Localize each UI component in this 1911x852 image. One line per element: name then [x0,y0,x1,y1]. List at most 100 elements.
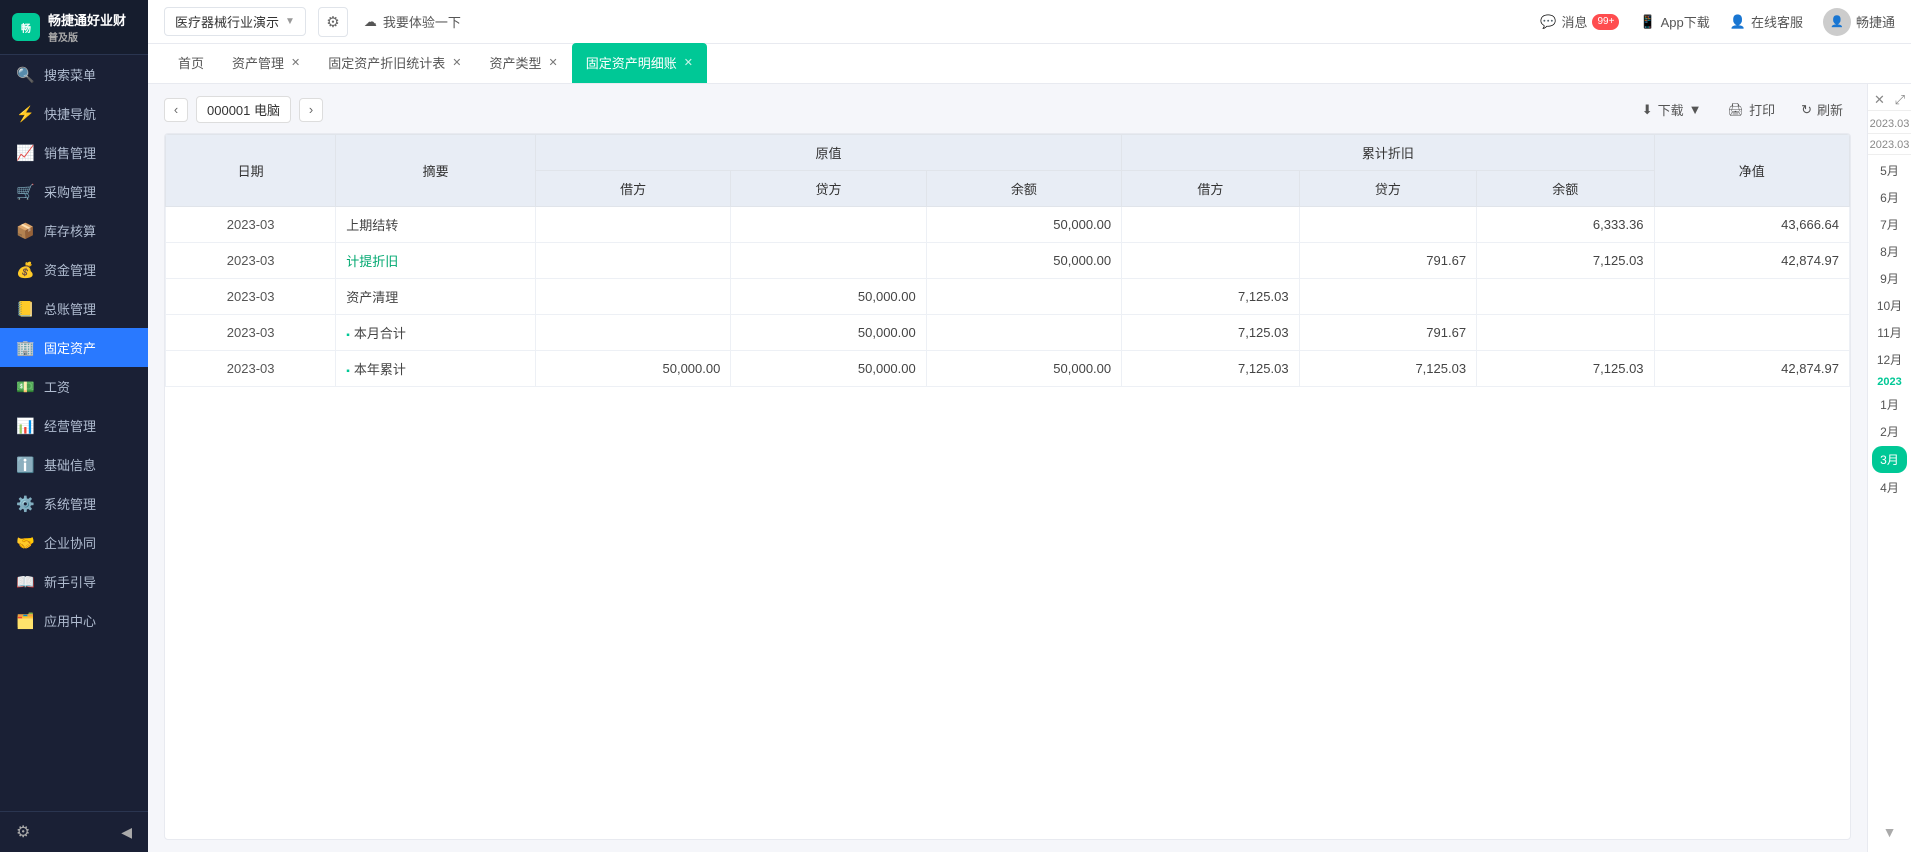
tab-close-asset-type[interactable]: ✕ [549,56,558,69]
sidebar-item-enterprise[interactable]: 🤝企业协同 [0,523,148,562]
sidebar-item-funds[interactable]: 💰资金管理 [0,250,148,289]
right-panel-month[interactable]: 2月 [1868,418,1911,445]
cell-leiji-credit: 791.67 [1299,315,1476,351]
right-panel-month[interactable]: 11月 [1868,319,1911,346]
print-button[interactable]: 🖨 打印 [1720,96,1784,123]
right-panel-close[interactable]: ✕ [1874,92,1885,108]
cell-yuanzhi-balance: 50,000.00 [926,351,1121,387]
topbar: 医疗器械行业演示 ▼ ⚙ ☁ 我要体验一下 💬 消息 99+ 📱 App下载 👤… [148,0,1911,44]
sidebar-item-label-fixed-assets: 固定资产 [44,338,96,357]
right-panel-collapse[interactable]: ▼ [1877,818,1903,846]
download-button[interactable]: ⬇ 下载 ▼ [1634,96,1710,123]
col-yuanzhi-debit: 借方 [535,171,730,207]
tab-close-asset-detail[interactable]: ✕ [684,56,693,69]
cell-leiji-balance [1477,279,1654,315]
tab-close-depreciation-table[interactable]: ✕ [452,56,461,69]
experience-label: 我要体验一下 [383,12,461,31]
cell-yuanzhi-debit [535,279,730,315]
sidebar-item-label-ledger: 总账管理 [44,299,96,318]
right-panel-month[interactable]: 10月 [1868,292,1911,319]
sidebar-item-label-quick-nav: 快捷导航 [44,104,96,123]
cell-summary: ▪本年累计 [336,351,536,387]
sidebar-scroll: 🔍搜索菜单 ⚡ 快捷导航 📈销售管理🛒采购管理📦库存核算💰资金管理📒总账管理 🏢 固定资产… [0,55,148,811]
right-panel-year-label[interactable]: 2023 [1868,373,1911,391]
company-selector[interactable]: 医疗器械行业演示 ▼ [164,7,306,36]
cell-leiji-balance: 6,333.36 [1477,207,1654,243]
right-panel-header: ✕⤢ [1868,90,1911,111]
next-button[interactable]: › [299,98,323,122]
tab-asset-mgmt[interactable]: 资产管理✕ [218,43,314,83]
asset-code-box[interactable]: 000001 电脑 [196,96,291,123]
sidebar-item-inventory[interactable]: 📦库存核算 [0,211,148,250]
cell-leiji-balance [1477,315,1654,351]
message-button[interactable]: 💬 消息 99+ [1540,12,1619,31]
table-row: 2023-03 计提折旧 50,000.00 791.67 7,125.03 4… [166,243,1850,279]
sidebar-item-quick-nav[interactable]: ⚡ 快捷导航 [0,94,148,133]
tab-asset-detail[interactable]: 固定资产明细账 ✕ [572,43,707,83]
right-panel-month[interactable]: 9月 [1868,265,1911,292]
prev-button[interactable]: ‹ [164,98,188,122]
sidebar-item-salary[interactable]: 💵工资 [0,367,148,406]
cloud-icon: ☁ [364,14,377,30]
tab-label-depreciation-table: 固定资产折旧统计表 [328,53,445,72]
sidebar-item-icon-fixed-assets: 🏢 [16,339,34,357]
sidebar-item-label-basic-info: 基础信息 [44,455,96,474]
right-panel-month[interactable]: 4月 [1868,474,1911,501]
app-download-button[interactable]: 📱 App下载 [1639,12,1709,31]
right-panel-date-header[interactable]: 2023.03 [1868,115,1911,134]
sidebar-item-fixed-assets[interactable]: 🏢 固定资产 [0,328,148,367]
sidebar-item-guide[interactable]: 📖新手引导 [0,562,148,601]
user-info[interactable]: 👤 畅捷通 [1823,8,1895,36]
download-label: 下载 [1658,100,1684,119]
col-yuanzhi-group: 原值 [535,135,1121,171]
settings-button[interactable]: ⚙ [318,7,348,37]
download-icon: ⬇ [1642,102,1653,118]
settings-icon[interactable]: ⚙ [16,822,30,842]
cell-leiji-credit [1299,207,1476,243]
cell-net-value: 43,666.64 [1654,207,1849,243]
col-summary: 摘要 [336,135,536,207]
right-panel-month[interactable]: 3月 [1872,446,1907,473]
right-panel-month[interactable]: 5月 [1868,157,1911,184]
cell-yuanzhi-balance: 50,000.00 [926,207,1121,243]
sidebar-item-purchase[interactable]: 🛒采购管理 [0,172,148,211]
sidebar-item-basic-info[interactable]: ℹ️基础信息 [0,445,148,484]
col-yuanzhi-balance: 余额 [926,171,1121,207]
experience-button[interactable]: ☁ 我要体验一下 [364,12,461,31]
cell-summary: 资产清理 [336,279,536,315]
right-panel-expand[interactable]: ⤢ [1895,92,1905,108]
right-panel-month[interactable]: 8月 [1868,238,1911,265]
right-panel-month[interactable]: 7月 [1868,211,1911,238]
sidebar-item-ledger[interactable]: 📒总账管理 [0,289,148,328]
tab-close-asset-mgmt[interactable]: ✕ [291,56,300,69]
badge-dot: ▪ [346,330,350,341]
collapse-button[interactable]: ◀ [121,824,132,841]
tab-depreciation-table[interactable]: 固定资产折旧统计表 ✕ [314,43,475,83]
asset-detail-table: 日期 摘要 原值 累计折旧 净值 借方 贷方 余额 借方 贷方 余额 [165,134,1850,387]
tab-asset-type[interactable]: 资产类型✕ [475,43,571,83]
sidebar-item-operations[interactable]: 📊经营管理 [0,406,148,445]
sidebar-item-sales[interactable]: 📈销售管理 [0,133,148,172]
cell-date: 2023-03 [166,207,336,243]
tab-home[interactable]: 首页 [164,43,218,83]
cell-leiji-debit [1122,207,1299,243]
sidebar-item-icon-operations: 📊 [16,417,34,435]
customer-service-button[interactable]: 👤 在线客服 [1730,12,1803,31]
sidebar-item-system[interactable]: ⚙️系统管理 [0,484,148,523]
right-panel-date-header2[interactable]: 2023.03 [1868,136,1911,155]
cell-yuanzhi-credit: 50,000.00 [731,315,926,351]
sidebar-item-search[interactable]: 🔍搜索菜单 [0,55,148,94]
col-leiji-debit: 借方 [1122,171,1299,207]
sidebar-item-app-center[interactable]: 🗂️应用中心 [0,601,148,640]
right-panel-month[interactable]: 6月 [1868,184,1911,211]
summary-link[interactable]: 计提折旧 [346,254,398,269]
service-icon: 👤 [1730,14,1746,30]
sidebar-item-icon-quick-nav: ⚡ [16,105,34,123]
refresh-button[interactable]: ↻ 刷新 [1793,96,1851,123]
col-yuanzhi-credit: 贷方 [731,171,926,207]
right-panel-month[interactable]: 12月 [1868,346,1911,373]
right-panel-month[interactable]: 1月 [1868,391,1911,418]
tab-label-asset-detail: 固定资产明细账 [586,53,677,72]
customer-service-label: 在线客服 [1751,12,1803,31]
sidebar-item-icon-salary: 💵 [16,378,34,396]
